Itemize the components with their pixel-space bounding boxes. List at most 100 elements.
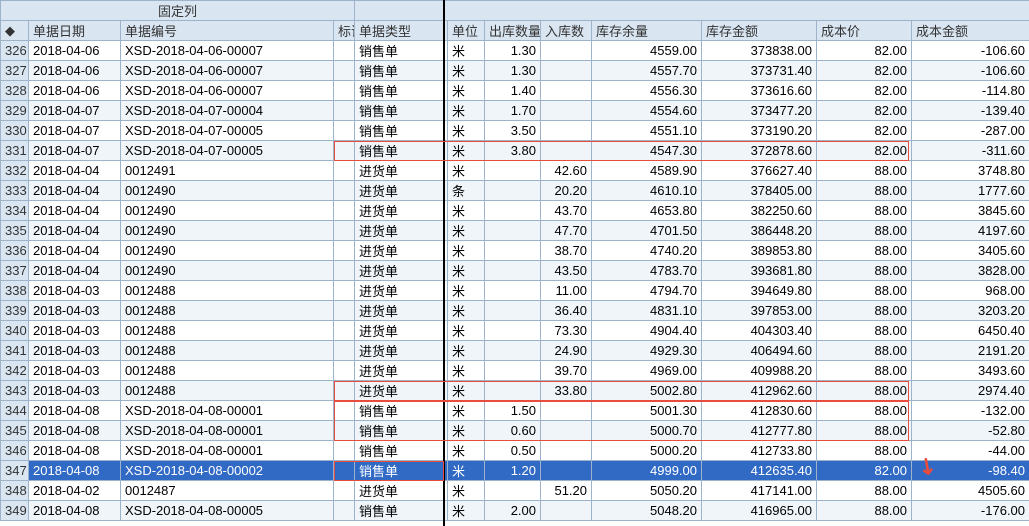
- cell[interactable]: 2018-04-04: [29, 241, 121, 261]
- cell[interactable]: 2018-04-04: [29, 181, 121, 201]
- hdr-outqty[interactable]: 出库数量: [485, 21, 541, 41]
- cell[interactable]: 进货单: [355, 161, 448, 181]
- cell[interactable]: 米: [448, 241, 485, 261]
- cell[interactable]: 米: [448, 361, 485, 381]
- cell[interactable]: 333: [1, 181, 29, 201]
- cell[interactable]: [334, 161, 355, 181]
- cell[interactable]: 销售单: [355, 501, 448, 521]
- cell[interactable]: 43.70: [541, 201, 592, 221]
- cell[interactable]: 88.00: [817, 441, 912, 461]
- cell[interactable]: 4831.10: [592, 301, 702, 321]
- cell[interactable]: 20.20: [541, 181, 592, 201]
- cell[interactable]: 销售单: [355, 41, 448, 61]
- cell[interactable]: 1.30: [485, 61, 541, 81]
- cell[interactable]: 米: [448, 441, 485, 461]
- cell[interactable]: 39.70: [541, 361, 592, 381]
- cell[interactable]: 382250.60: [702, 201, 817, 221]
- cell[interactable]: 米: [448, 341, 485, 361]
- cell[interactable]: [334, 201, 355, 221]
- cell[interactable]: 4794.70: [592, 281, 702, 301]
- cell[interactable]: [334, 81, 355, 101]
- cell[interactable]: 1.40: [485, 81, 541, 101]
- cell[interactable]: 米: [448, 401, 485, 421]
- cell[interactable]: 米: [448, 121, 485, 141]
- cell[interactable]: [541, 421, 592, 441]
- cell[interactable]: 0012490: [121, 261, 334, 281]
- cell[interactable]: [334, 501, 355, 521]
- cell[interactable]: 88.00: [817, 181, 912, 201]
- cell[interactable]: -139.40: [912, 101, 1029, 121]
- table-row[interactable]: 3402018-04-030012488进货单米73.304904.404043…: [1, 321, 1029, 341]
- cell[interactable]: [334, 41, 355, 61]
- cell[interactable]: 88.00: [817, 341, 912, 361]
- table-row[interactable]: 3352018-04-040012490进货单米47.704701.503864…: [1, 221, 1029, 241]
- cell[interactable]: [485, 321, 541, 341]
- cell[interactable]: 销售单: [355, 441, 448, 461]
- cell[interactable]: 2018-04-03: [29, 361, 121, 381]
- cell[interactable]: [485, 281, 541, 301]
- cell[interactable]: 412830.60: [702, 401, 817, 421]
- cell[interactable]: [334, 481, 355, 501]
- cell[interactable]: 88.00: [817, 161, 912, 181]
- cell[interactable]: 38.70: [541, 241, 592, 261]
- table-row[interactable]: 3272018-04-06XSD-2018-04-06-00007销售单米1.3…: [1, 61, 1029, 81]
- cell[interactable]: 372878.60: [702, 141, 817, 161]
- table-row[interactable]: 3492018-04-08XSD-2018-04-08-00005销售单米2.0…: [1, 501, 1029, 521]
- cell[interactable]: 82.00: [817, 461, 912, 481]
- cell[interactable]: 344: [1, 401, 29, 421]
- hdr-doctype[interactable]: 单据类型: [355, 21, 448, 41]
- cell[interactable]: [334, 281, 355, 301]
- cell[interactable]: 0012488: [121, 301, 334, 321]
- cell[interactable]: 378405.00: [702, 181, 817, 201]
- hdr-docno[interactable]: 单据编号: [121, 21, 334, 41]
- cell[interactable]: 5050.20: [592, 481, 702, 501]
- cell[interactable]: 409988.20: [702, 361, 817, 381]
- table-row[interactable]: 3322018-04-040012491进货单米42.604589.903766…: [1, 161, 1029, 181]
- cell[interactable]: 376627.40: [702, 161, 817, 181]
- cell[interactable]: XSD-2018-04-07-00005: [121, 121, 334, 141]
- cell[interactable]: 4653.80: [592, 201, 702, 221]
- data-table[interactable]: 固定列 ◆ 单据日期 单据编号 标识 单据类型 单位 出库数量 入库数 库存余量…: [0, 0, 1029, 521]
- cell[interactable]: 0012488: [121, 321, 334, 341]
- cell[interactable]: [334, 441, 355, 461]
- cell[interactable]: 销售单: [355, 141, 448, 161]
- cell[interactable]: 24.90: [541, 341, 592, 361]
- cell[interactable]: 米: [448, 321, 485, 341]
- cell[interactable]: 5000.20: [592, 441, 702, 461]
- cell[interactable]: 42.60: [541, 161, 592, 181]
- table-row[interactable]: 3452018-04-08XSD-2018-04-08-00001销售单米0.6…: [1, 421, 1029, 441]
- cell[interactable]: 4197.60: [912, 221, 1029, 241]
- cell[interactable]: 349: [1, 501, 29, 521]
- cell[interactable]: 米: [448, 161, 485, 181]
- cell[interactable]: 进货单: [355, 361, 448, 381]
- cell[interactable]: 进货单: [355, 221, 448, 241]
- cell[interactable]: [334, 121, 355, 141]
- table-row[interactable]: 3292018-04-07XSD-2018-04-07-00004销售单米1.7…: [1, 101, 1029, 121]
- cell[interactable]: 6450.40: [912, 321, 1029, 341]
- cell[interactable]: [485, 361, 541, 381]
- cell[interactable]: XSD-2018-04-07-00005: [121, 141, 334, 161]
- cell[interactable]: 进货单: [355, 301, 448, 321]
- cell[interactable]: 386448.20: [702, 221, 817, 241]
- cell[interactable]: 88.00: [817, 401, 912, 421]
- cell[interactable]: [334, 101, 355, 121]
- cell[interactable]: XSD-2018-04-06-00007: [121, 41, 334, 61]
- cell[interactable]: -176.00: [912, 501, 1029, 521]
- cell[interactable]: 404303.40: [702, 321, 817, 341]
- cell[interactable]: 340: [1, 321, 29, 341]
- cell[interactable]: 销售单: [355, 121, 448, 141]
- table-row[interactable]: 3372018-04-040012490进货单米43.504783.703936…: [1, 261, 1029, 281]
- cell[interactable]: [334, 181, 355, 201]
- table-row[interactable]: 3462018-04-08XSD-2018-04-08-00001销售单米0.5…: [1, 441, 1029, 461]
- cell[interactable]: [485, 341, 541, 361]
- cell[interactable]: 2018-04-06: [29, 81, 121, 101]
- table-row[interactable]: 3312018-04-07XSD-2018-04-07-00005销售单米3.8…: [1, 141, 1029, 161]
- cell[interactable]: 88.00: [817, 361, 912, 381]
- table-row[interactable]: 3342018-04-040012490进货单米43.704653.803822…: [1, 201, 1029, 221]
- cell[interactable]: [541, 461, 592, 481]
- cell[interactable]: 2.00: [485, 501, 541, 521]
- cell[interactable]: 51.20: [541, 481, 592, 501]
- cell[interactable]: [541, 101, 592, 121]
- cell[interactable]: 米: [448, 41, 485, 61]
- cell[interactable]: [485, 261, 541, 281]
